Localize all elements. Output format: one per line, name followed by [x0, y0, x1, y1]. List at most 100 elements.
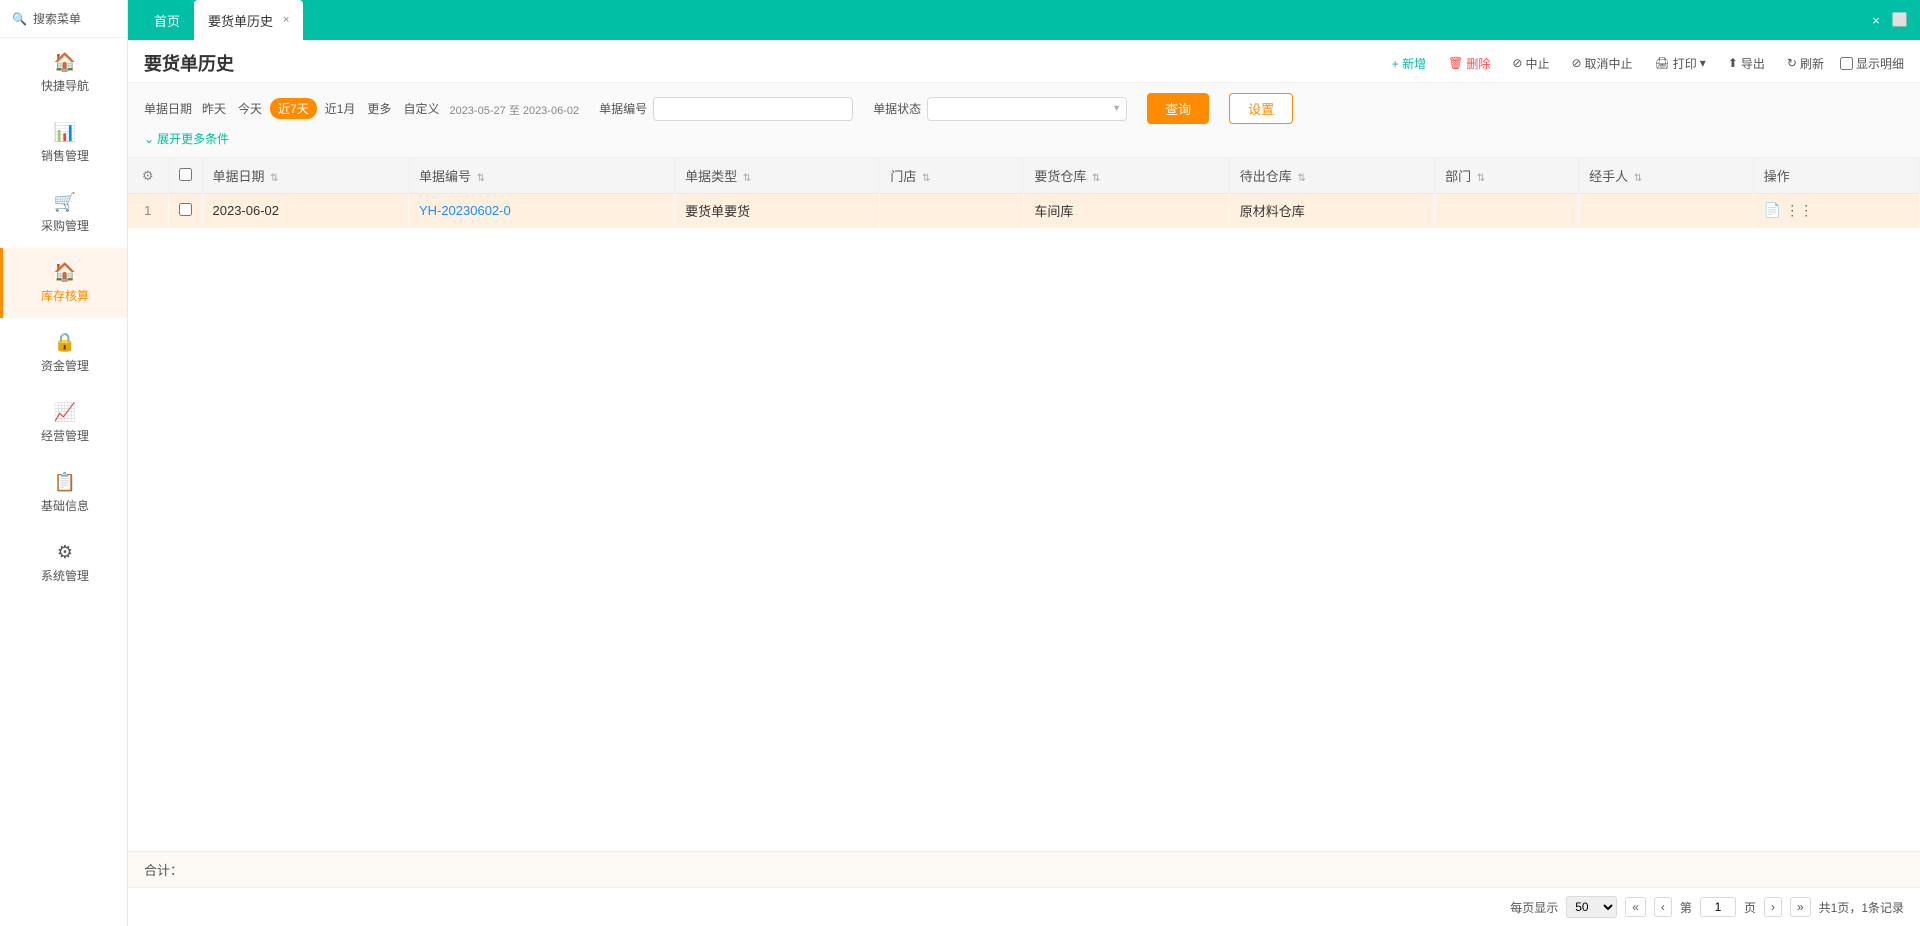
sidebar-item-label: 系统管理: [41, 567, 89, 584]
shortcut-today[interactable]: 今天: [234, 98, 266, 119]
col-store[interactable]: 门店 ⇅: [880, 158, 1024, 194]
col-req-warehouse[interactable]: 要货仓库 ⇅: [1024, 158, 1229, 194]
col-store-label: 门店: [890, 169, 916, 184]
delete-icon: 🗑: [1448, 56, 1463, 70]
query-button[interactable]: 查询: [1147, 93, 1209, 124]
page-label: 第: [1680, 899, 1692, 916]
sidebar-item-sales[interactable]: 📊 销售管理: [0, 108, 127, 178]
more-btn[interactable]: ⋮⋮: [1785, 202, 1813, 219]
row-doc-no: YH-20230602-0: [408, 194, 674, 228]
refresh-btn-label: 刷新: [1800, 55, 1824, 72]
tab-home-label: 首页: [154, 11, 180, 30]
topbar-close-btn[interactable]: ×: [1872, 13, 1880, 28]
sidebar-item-label: 快捷导航: [41, 77, 89, 94]
doc-status-filter-group: 单据状态: [873, 97, 1127, 121]
print-button[interactable]: 🖨 打印 ▾: [1649, 51, 1712, 76]
table-footer: 合计：: [128, 851, 1920, 887]
expand-more-icon: ⌄: [144, 132, 154, 146]
prev-page-btn[interactable]: ‹: [1654, 897, 1672, 917]
col-doc-type-label: 单据类型: [685, 169, 737, 184]
search-menu-btn[interactable]: 🔍 搜索菜单: [0, 0, 127, 38]
col-store-sort: ⇅: [922, 173, 930, 184]
col-department-sort: ⇅: [1477, 173, 1485, 184]
cancel-stop-icon: ⊘: [1571, 56, 1581, 70]
row-checkbox[interactable]: [179, 203, 192, 216]
shortcut-more[interactable]: 更多: [363, 98, 395, 119]
col-handler[interactable]: 经手人 ⇅: [1579, 158, 1754, 194]
search-icon: 🔍: [12, 12, 27, 26]
new-button[interactable]: + 新增: [1386, 51, 1432, 76]
table-header-row: ⚙ 单据日期 ⇅ 单据编号 ⇅ 单据类型: [128, 158, 1920, 194]
delete-button[interactable]: 🗑 删除: [1442, 51, 1496, 76]
sidebar-item-quick-nav[interactable]: 🏠 快捷导航: [0, 38, 127, 108]
col-department[interactable]: 部门 ⇅: [1435, 158, 1579, 194]
show-detail-button[interactable]: 显示明细: [1840, 55, 1904, 72]
sidebar-item-finance[interactable]: 🔒 资金管理: [0, 318, 127, 388]
col-doc-type-sort: ⇅: [743, 173, 751, 184]
operation-icon: 📈: [54, 402, 76, 423]
sidebar-item-purchase[interactable]: 🛒 采购管理: [0, 178, 127, 248]
doc-status-select[interactable]: [927, 97, 1127, 121]
page-size-select[interactable]: 50 20 100 200: [1566, 896, 1617, 918]
col-pending-warehouse[interactable]: 待出仓库 ⇅: [1229, 158, 1434, 194]
sidebar: 🔍 搜索菜单 🏠 快捷导航 📊 销售管理 🛒 采购管理 🏠 库存核算 🔒 资金管…: [0, 0, 128, 926]
doc-number-filter-group: 单据编号: [599, 97, 853, 121]
shortcut-custom[interactable]: 自定义: [399, 98, 443, 119]
row-store: [880, 194, 1024, 228]
sales-icon: 📊: [54, 122, 76, 143]
col-req-warehouse-sort: ⇅: [1092, 173, 1100, 184]
sidebar-item-label: 基础信息: [41, 497, 89, 514]
delete-btn-label: 删除: [1466, 55, 1490, 72]
topbar-restore-btn[interactable]: ⬜: [1892, 12, 1908, 28]
sidebar-item-basic[interactable]: 📋 基础信息: [0, 458, 127, 528]
shortcut-week[interactable]: 近7天: [270, 98, 317, 119]
row-doc-no-link[interactable]: YH-20230602-0: [419, 203, 511, 218]
stop-button[interactable]: ⊘ 中止: [1506, 51, 1555, 76]
home-icon: 🏠: [54, 52, 76, 73]
shortcut-yesterday[interactable]: 昨天: [198, 98, 230, 119]
col-handler-label: 经手人: [1589, 169, 1628, 184]
show-detail-checkbox[interactable]: [1840, 57, 1853, 70]
shortcut-month[interactable]: 近1月: [321, 98, 360, 119]
export-button[interactable]: ⬆ 导出: [1722, 51, 1771, 76]
col-date[interactable]: 单据日期 ⇅: [202, 158, 408, 194]
edit-btn[interactable]: 📄: [1764, 202, 1781, 219]
doc-number-input[interactable]: [653, 97, 853, 121]
settings-button[interactable]: 设置: [1229, 93, 1293, 124]
page-number-input[interactable]: [1700, 897, 1736, 917]
col-date-sort: ⇅: [270, 173, 278, 184]
topbar-right: × ⬜: [1872, 12, 1908, 28]
refresh-icon: ↻: [1787, 56, 1797, 70]
table-row: 1 2023-06-02 YH-20230602-0 要货单要货 车间库 原材料…: [128, 194, 1920, 228]
first-page-btn[interactable]: «: [1625, 897, 1646, 917]
last-page-btn[interactable]: »: [1790, 897, 1811, 917]
row-handler: [1579, 194, 1754, 228]
col-date-label: 单据日期: [213, 169, 265, 184]
tab-close-icon[interactable]: ×: [283, 14, 289, 26]
next-page-btn[interactable]: ›: [1764, 897, 1782, 917]
sidebar-item-operation[interactable]: 📈 经营管理: [0, 388, 127, 458]
date-filter-label: 单据日期: [144, 100, 192, 117]
tab-history-label: 要货单历史: [208, 11, 273, 30]
page-header: 要货单历史 + 新增 🗑 删除 ⊘ 中止 ⊘ 取消中止 🖨: [128, 40, 1920, 83]
col-doc-type[interactable]: 单据类型 ⇅: [675, 158, 880, 194]
col-action-label: 操作: [1764, 169, 1790, 184]
cancel-stop-button[interactable]: ⊘ 取消中止: [1565, 51, 1638, 76]
sidebar-item-inventory[interactable]: 🏠 库存核算: [0, 248, 127, 318]
cancel-stop-btn-label: 取消中止: [1585, 55, 1633, 72]
expand-more-btn[interactable]: ⌄ 展开更多条件: [144, 130, 1904, 147]
sidebar-item-system[interactable]: ⚙ 系统管理: [0, 528, 127, 598]
tab-home[interactable]: 首页: [140, 0, 194, 40]
tab-history[interactable]: 要货单历史 ×: [194, 0, 303, 40]
select-all-checkbox[interactable]: [179, 168, 192, 181]
col-settings[interactable]: ⚙: [128, 158, 168, 194]
col-checkbox: [168, 158, 202, 194]
refresh-button[interactable]: ↻ 刷新: [1781, 51, 1830, 76]
col-doc-no-sort: ⇅: [477, 173, 485, 184]
sidebar-item-label: 采购管理: [41, 217, 89, 234]
col-pending-warehouse-sort: ⇅: [1297, 173, 1305, 184]
filter-bar: 单据日期 昨天 今天 近7天 近1月 更多 自定义 2023-05-27 至 2…: [128, 83, 1920, 158]
col-doc-no[interactable]: 单据编号 ⇅: [408, 158, 674, 194]
filter-row: 单据日期 昨天 今天 近7天 近1月 更多 自定义 2023-05-27 至 2…: [144, 93, 1904, 124]
col-doc-no-label: 单据编号: [419, 169, 471, 184]
